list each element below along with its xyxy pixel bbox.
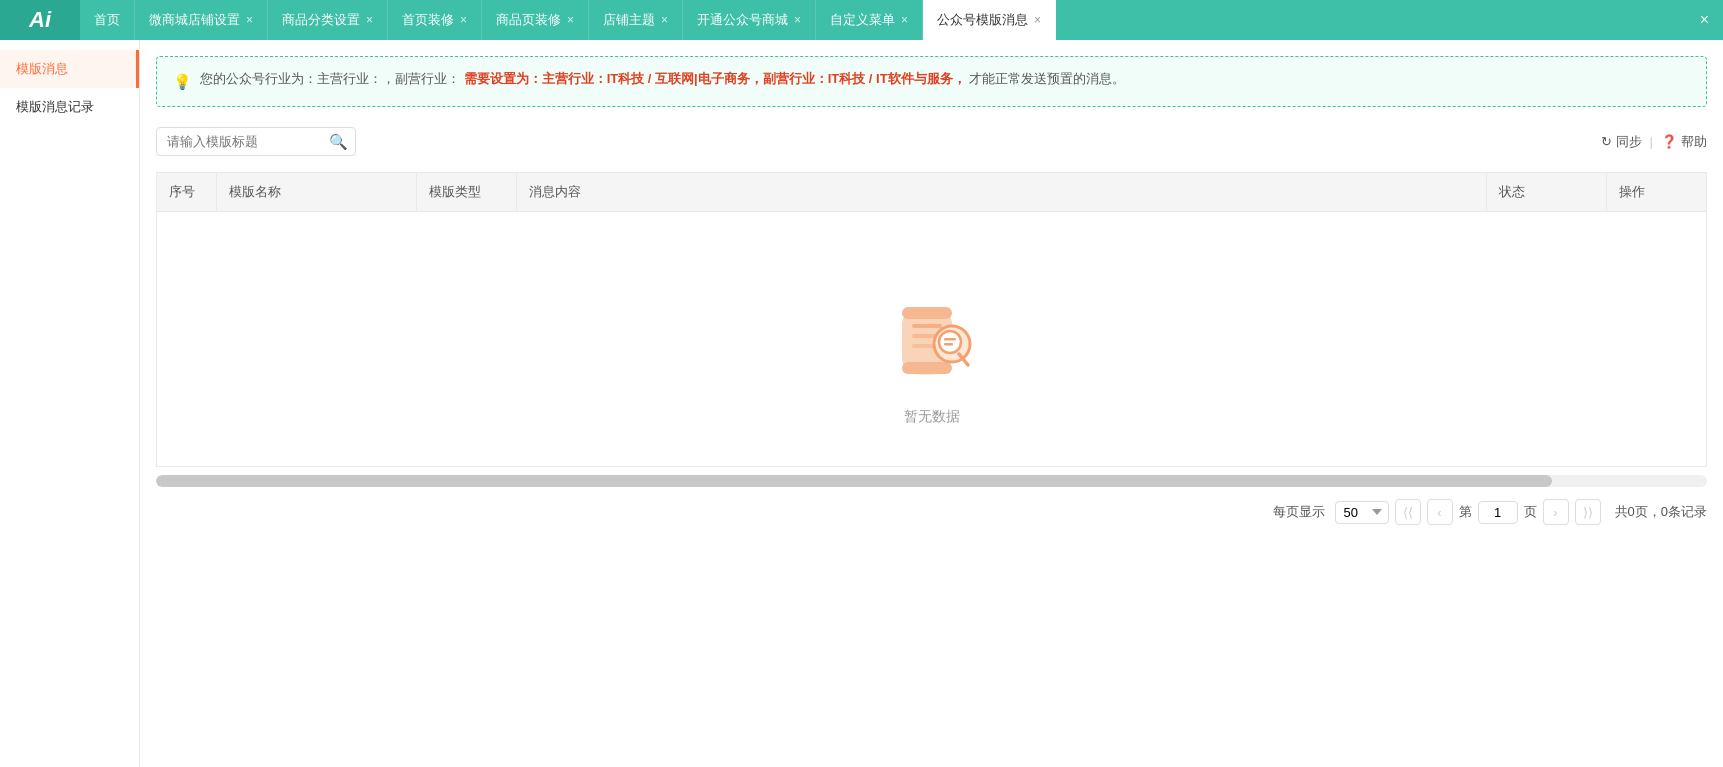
notice-suffix: 才能正常发送预置的消息。 [969, 71, 1125, 86]
search-left: 🔍 [156, 127, 356, 156]
nav-tab-close-4[interactable]: × [567, 13, 574, 27]
nav-tab-7[interactable]: 自定义菜单× [816, 0, 923, 40]
nav-tab-close-1[interactable]: × [246, 13, 253, 27]
notice-box: 💡 您的公众号行业为：主营行业：，副营行业： 需要设置为：主营行业：IT科技 /… [156, 56, 1707, 107]
notice-highlight: 需要设置为：主营行业：IT科技 / 互联网|电子商务，副营行业：IT科技 / I… [464, 71, 966, 86]
nav-tab-2[interactable]: 商品分类设置× [268, 0, 388, 40]
empty-illustration [872, 272, 992, 392]
svg-rect-4 [912, 324, 942, 328]
nav-tab-5[interactable]: 店铺主题× [589, 0, 683, 40]
col-header-1: 模版名称 [217, 173, 417, 212]
nav-tab-1[interactable]: 微商城店铺设置× [135, 0, 268, 40]
nav-tabs-container: 首页微商城店铺设置×商品分类设置×首页装修×商品页装修×店铺主题×开通公众号商城… [80, 0, 1686, 40]
table-header-row: 序号模版名称模版类型消息内容状态操作 [157, 173, 1707, 212]
content-area: 💡 您的公众号行业为：主营行业：，副营行业： 需要设置为：主营行业：IT科技 /… [140, 40, 1723, 767]
horizontal-scrollbar[interactable] [156, 475, 1707, 487]
svg-point-8 [939, 331, 961, 353]
close-all-tabs-button[interactable]: × [1686, 0, 1723, 40]
page-input[interactable] [1478, 501, 1518, 524]
nav-tab-close-7[interactable]: × [901, 13, 908, 27]
help-button[interactable]: ❓ 帮助 [1661, 133, 1707, 151]
col-header-4: 状态 [1487, 173, 1607, 212]
table-empty-row: 暂无数据 [157, 212, 1707, 467]
help-label: 帮助 [1681, 133, 1707, 151]
sync-label: 同步 [1616, 133, 1642, 151]
search-input-wrap: 🔍 [156, 127, 356, 156]
page-total: 共0页，0条记录 [1615, 503, 1707, 521]
search-bar: 🔍 ↻ 同步 | ❓ 帮助 [156, 127, 1707, 156]
data-table: 序号模版名称模版类型消息内容状态操作 [156, 172, 1707, 467]
nav-tab-3[interactable]: 首页装修× [388, 0, 482, 40]
svg-rect-11 [944, 343, 953, 346]
app-logo: Ai [0, 0, 80, 40]
empty-state: 暂无数据 [157, 212, 1706, 466]
prev-page-button[interactable]: ‹ [1427, 499, 1453, 525]
page-label: 第 [1459, 503, 1472, 521]
page-suffix: 页 [1524, 503, 1537, 521]
first-page-button[interactable]: ⟨⟨ [1395, 499, 1421, 525]
next-page-button[interactable]: › [1543, 499, 1569, 525]
nav-tab-6[interactable]: 开通公众号商城× [683, 0, 816, 40]
sidebar-item-1[interactable]: 模版消息记录 [0, 88, 139, 126]
col-header-2: 模版类型 [417, 173, 517, 212]
sync-button[interactable]: ↻ 同步 [1601, 133, 1642, 151]
sync-icon: ↻ [1601, 134, 1612, 149]
help-icon: ❓ [1661, 134, 1677, 149]
notice-icon: 💡 [173, 70, 192, 94]
notice-prefix: 您的公众号行业为：主营行业：，副营行业： [200, 71, 460, 86]
col-header-0: 序号 [157, 173, 217, 212]
search-icon[interactable]: 🔍 [329, 133, 348, 151]
sidebar-item-0[interactable]: 模版消息 [0, 50, 139, 88]
svg-rect-3 [902, 362, 952, 374]
nav-tab-close-6[interactable]: × [794, 13, 801, 27]
col-header-5: 操作 [1607, 173, 1707, 212]
page-size-select[interactable]: 102050100 [1335, 501, 1389, 524]
nav-tab-close-5[interactable]: × [661, 13, 668, 27]
nav-tab-close-2[interactable]: × [366, 13, 373, 27]
top-navbar: Ai 首页微商城店铺设置×商品分类设置×首页装修×商品页装修×店铺主题×开通公众… [0, 0, 1723, 40]
last-page-button[interactable]: ⟩⟩ [1575, 499, 1601, 525]
empty-text: 暂无数据 [904, 408, 960, 426]
page-size-label: 每页显示 [1273, 503, 1325, 521]
main-layout: 模版消息模版消息记录 💡 您的公众号行业为：主营行业：，副营行业： 需要设置为：… [0, 40, 1723, 767]
nav-tab-close-8[interactable]: × [1034, 13, 1041, 27]
svg-rect-2 [902, 307, 952, 319]
nav-tab-4[interactable]: 商品页装修× [482, 0, 589, 40]
notice-text: 您的公众号行业为：主营行业：，副营行业： 需要设置为：主营行业：IT科技 / 互… [200, 69, 1690, 90]
col-header-3: 消息内容 [517, 173, 1487, 212]
nav-tab-0[interactable]: 首页 [80, 0, 135, 40]
search-input[interactable] [156, 127, 356, 156]
pagination: 每页显示 102050100 ⟨⟨ ‹ 第 页 › ⟩⟩ 共0页，0条记录 [156, 487, 1707, 529]
svg-rect-10 [944, 338, 956, 341]
nav-tab-close-3[interactable]: × [460, 13, 467, 27]
svg-rect-5 [912, 334, 936, 338]
sidebar: 模版消息模版消息记录 [0, 40, 140, 767]
nav-tab-8[interactable]: 公众号模版消息× [923, 0, 1056, 40]
divider: | [1650, 134, 1653, 149]
scroll-thumb [156, 475, 1552, 487]
search-right: ↻ 同步 | ❓ 帮助 [1601, 133, 1707, 151]
